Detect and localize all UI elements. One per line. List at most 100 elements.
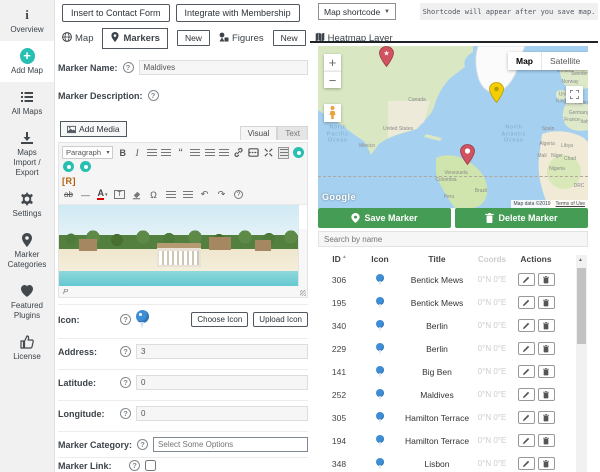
column-header-coords[interactable]: Coords bbox=[472, 255, 512, 264]
help-icon[interactable]: ? bbox=[123, 62, 134, 73]
editor-resize-handle[interactable] bbox=[300, 290, 306, 296]
column-header-title[interactable]: Title bbox=[402, 254, 472, 264]
delete-button[interactable] bbox=[538, 388, 555, 401]
help-icon[interactable]: ? bbox=[120, 408, 131, 419]
edit-button[interactable] bbox=[518, 342, 535, 355]
delete-button[interactable] bbox=[538, 457, 555, 470]
undo-icon[interactable]: ↶ bbox=[198, 189, 211, 201]
sidebar-item-settings[interactable]: Settings bbox=[0, 184, 54, 225]
bold-icon[interactable]: B bbox=[117, 147, 127, 159]
edit-button[interactable] bbox=[518, 411, 535, 424]
hr-icon[interactable]: — bbox=[79, 189, 92, 201]
address-input[interactable] bbox=[136, 344, 308, 359]
marker-name-input[interactable] bbox=[139, 60, 308, 75]
tab-text[interactable]: Text bbox=[277, 126, 308, 140]
outdent-icon[interactable] bbox=[164, 189, 177, 201]
sidebar-item-marker-categories[interactable]: Marker Categories bbox=[0, 225, 54, 276]
delete-button[interactable] bbox=[538, 273, 555, 286]
help-icon[interactable]: ? bbox=[232, 189, 245, 201]
help-icon[interactable]: ? bbox=[148, 90, 159, 101]
column-header-id[interactable]: ID ▴ bbox=[320, 254, 358, 264]
italic-icon[interactable]: I bbox=[132, 147, 142, 159]
choose-icon-button[interactable]: Choose Icon bbox=[191, 312, 248, 327]
marker-star[interactable]: ★ bbox=[379, 46, 394, 67]
search-by-name-input[interactable] bbox=[318, 231, 588, 247]
map-type-map-button[interactable]: Map bbox=[508, 52, 541, 70]
new-badge[interactable]: New bbox=[273, 30, 306, 46]
new-badge[interactable]: New bbox=[177, 30, 210, 46]
clear-format-icon[interactable] bbox=[130, 189, 143, 201]
text-color-icon[interactable]: A▾ bbox=[96, 189, 109, 201]
blockquote-icon[interactable]: “ bbox=[175, 147, 185, 159]
numbered-list-icon[interactable] bbox=[161, 147, 171, 159]
save-marker-button[interactable]: Save Marker bbox=[318, 208, 451, 228]
edit-button[interactable] bbox=[518, 457, 535, 470]
marker-category-input[interactable] bbox=[153, 437, 308, 452]
sidebar-item-add-map[interactable]: +Add Map bbox=[0, 41, 54, 82]
terms-of-use-link[interactable]: Terms of Use bbox=[556, 201, 585, 207]
map-plugin-icon[interactable] bbox=[62, 161, 75, 173]
delete-button[interactable] bbox=[538, 319, 555, 332]
more-tag-icon[interactable] bbox=[248, 147, 259, 159]
sidebar-item-all-maps[interactable]: All Maps bbox=[0, 82, 54, 123]
delete-button[interactable] bbox=[538, 365, 555, 378]
sidebar-item-maps-import-export[interactable]: Maps Import / Export bbox=[0, 123, 54, 184]
tab-markers[interactable]: Markers bbox=[102, 28, 167, 49]
street-view-pegman[interactable] bbox=[324, 104, 341, 122]
map-plugin-icon[interactable] bbox=[293, 147, 304, 159]
map-shortcode-select[interactable]: Map shortcode ▼ bbox=[318, 3, 396, 20]
tab-map[interactable]: Map bbox=[62, 32, 93, 45]
upload-icon-button[interactable]: Upload Icon bbox=[253, 312, 308, 327]
add-media-button[interactable]: Add Media bbox=[60, 121, 127, 137]
marker-yellow[interactable] bbox=[489, 82, 504, 103]
paste-text-icon[interactable]: T bbox=[113, 189, 126, 201]
map-type-satellite-button[interactable]: Satellite bbox=[541, 52, 588, 70]
edit-button[interactable] bbox=[518, 365, 535, 378]
zoom-in-button[interactable]: + bbox=[324, 54, 341, 71]
link-icon[interactable] bbox=[233, 147, 244, 159]
editor-content[interactable]: ▼ bbox=[59, 205, 307, 293]
strikethrough-icon[interactable]: ab bbox=[62, 189, 75, 201]
scrollbar-thumb[interactable] bbox=[577, 268, 586, 344]
help-icon[interactable]: ? bbox=[120, 377, 131, 388]
help-icon[interactable]: ? bbox=[137, 439, 148, 450]
align-right-icon[interactable] bbox=[219, 147, 229, 159]
sidebar-item-overview[interactable]: iOverview bbox=[0, 0, 54, 41]
tab-visual[interactable]: Visual bbox=[240, 126, 278, 140]
marker-circle[interactable] bbox=[460, 144, 475, 165]
zoom-out-button[interactable]: − bbox=[324, 71, 341, 88]
distraction-free-icon[interactable] bbox=[263, 147, 274, 159]
special-char-icon[interactable]: Ω bbox=[147, 189, 160, 201]
help-icon[interactable]: ? bbox=[129, 460, 140, 471]
delete-marker-button[interactable]: Delete Marker bbox=[455, 208, 588, 228]
r-shortcode-button[interactable]: [R] bbox=[62, 176, 76, 186]
edit-button[interactable] bbox=[518, 273, 535, 286]
redo-icon[interactable]: ↷ bbox=[215, 189, 228, 201]
indent-icon[interactable] bbox=[181, 189, 194, 201]
edit-button[interactable] bbox=[518, 434, 535, 447]
toolbar-toggle-icon[interactable] bbox=[278, 147, 289, 159]
edit-button[interactable] bbox=[518, 388, 535, 401]
delete-button[interactable] bbox=[538, 296, 555, 309]
paragraph-select[interactable]: Paragraph▾ bbox=[62, 146, 113, 159]
edit-button[interactable] bbox=[518, 319, 535, 332]
delete-button[interactable] bbox=[538, 411, 555, 424]
table-scrollbar[interactable]: ▲ bbox=[576, 255, 587, 472]
help-icon[interactable]: ? bbox=[120, 314, 131, 325]
bullet-list-icon[interactable] bbox=[146, 147, 156, 159]
edit-button[interactable] bbox=[518, 296, 535, 309]
latitude-input[interactable] bbox=[136, 375, 308, 390]
map-preview[interactable]: North Pacific OceanNorth Atlantic OceanC… bbox=[318, 46, 588, 208]
delete-button[interactable] bbox=[538, 342, 555, 355]
editor-scrollbar[interactable]: ▼ bbox=[298, 229, 307, 293]
align-left-icon[interactable] bbox=[190, 147, 200, 159]
integrate-with-membership-button[interactable]: Integrate with Membership bbox=[176, 4, 300, 22]
map-plugin-icon[interactable] bbox=[79, 161, 92, 173]
marker-link-checkbox[interactable] bbox=[145, 460, 156, 471]
align-center-icon[interactable] bbox=[204, 147, 214, 159]
sidebar-item-featured-plugins[interactable]: Featured Plugins bbox=[0, 276, 54, 327]
delete-button[interactable] bbox=[538, 434, 555, 447]
column-header-icon[interactable]: Icon bbox=[358, 254, 402, 264]
longitude-input[interactable] bbox=[136, 406, 308, 421]
help-icon[interactable]: ? bbox=[120, 346, 131, 357]
